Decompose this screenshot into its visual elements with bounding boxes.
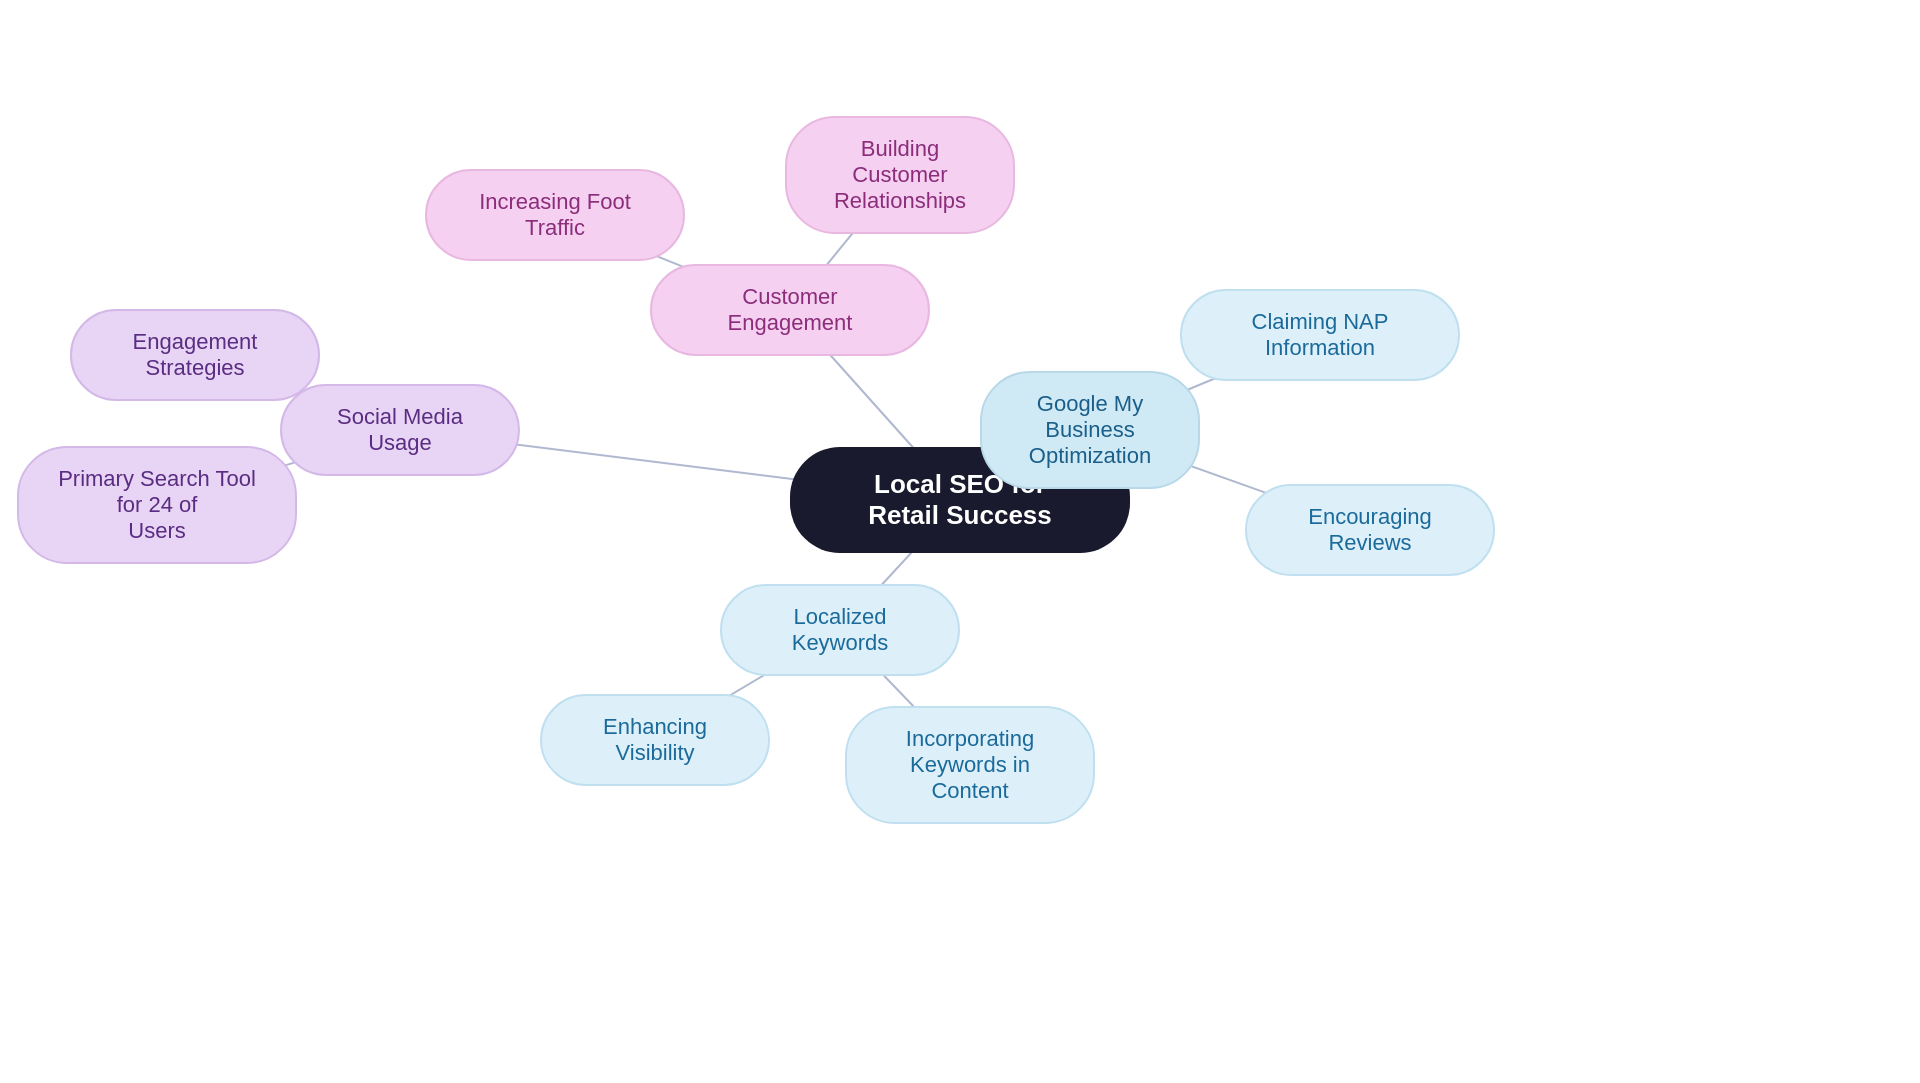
node-label-primary_search_tool: Primary Search Tool for 24 of Users bbox=[51, 466, 263, 544]
node-incorporating_keywords[interactable]: Incorporating Keywords in Content bbox=[845, 706, 1095, 824]
node-label-incorporating_keywords: Incorporating Keywords in Content bbox=[879, 726, 1061, 804]
node-primary_search_tool[interactable]: Primary Search Tool for 24 of Users bbox=[17, 446, 297, 564]
node-engagement_strategies[interactable]: Engagement Strategies bbox=[70, 309, 320, 401]
node-label-encouraging_reviews: Encouraging Reviews bbox=[1279, 504, 1461, 556]
node-social_media_usage[interactable]: Social Media Usage bbox=[280, 384, 520, 476]
node-label-building_customer_relationships: Building Customer Relationships bbox=[819, 136, 981, 214]
node-building_customer_relationships[interactable]: Building Customer Relationships bbox=[785, 116, 1015, 234]
node-label-social_media_usage: Social Media Usage bbox=[314, 404, 486, 456]
node-enhancing_visibility[interactable]: Enhancing Visibility bbox=[540, 694, 770, 786]
node-increasing_foot_traffic[interactable]: Increasing Foot Traffic bbox=[425, 169, 685, 261]
node-label-enhancing_visibility: Enhancing Visibility bbox=[574, 714, 736, 766]
node-label-google_my_business: Google My Business Optimization bbox=[1014, 391, 1166, 469]
node-localized_keywords[interactable]: Localized Keywords bbox=[720, 584, 960, 676]
node-label-increasing_foot_traffic: Increasing Foot Traffic bbox=[459, 189, 651, 241]
node-google_my_business[interactable]: Google My Business Optimization bbox=[980, 371, 1200, 489]
node-label-claiming_nap: Claiming NAP Information bbox=[1214, 309, 1426, 361]
node-customer_engagement[interactable]: Customer Engagement bbox=[650, 264, 930, 356]
node-label-customer_engagement: Customer Engagement bbox=[684, 284, 896, 336]
mindmap-container: Local SEO for Retail SuccessCustomer Eng… bbox=[0, 0, 1920, 1083]
node-claiming_nap[interactable]: Claiming NAP Information bbox=[1180, 289, 1460, 381]
node-label-localized_keywords: Localized Keywords bbox=[754, 604, 926, 656]
node-encouraging_reviews[interactable]: Encouraging Reviews bbox=[1245, 484, 1495, 576]
node-label-engagement_strategies: Engagement Strategies bbox=[104, 329, 286, 381]
